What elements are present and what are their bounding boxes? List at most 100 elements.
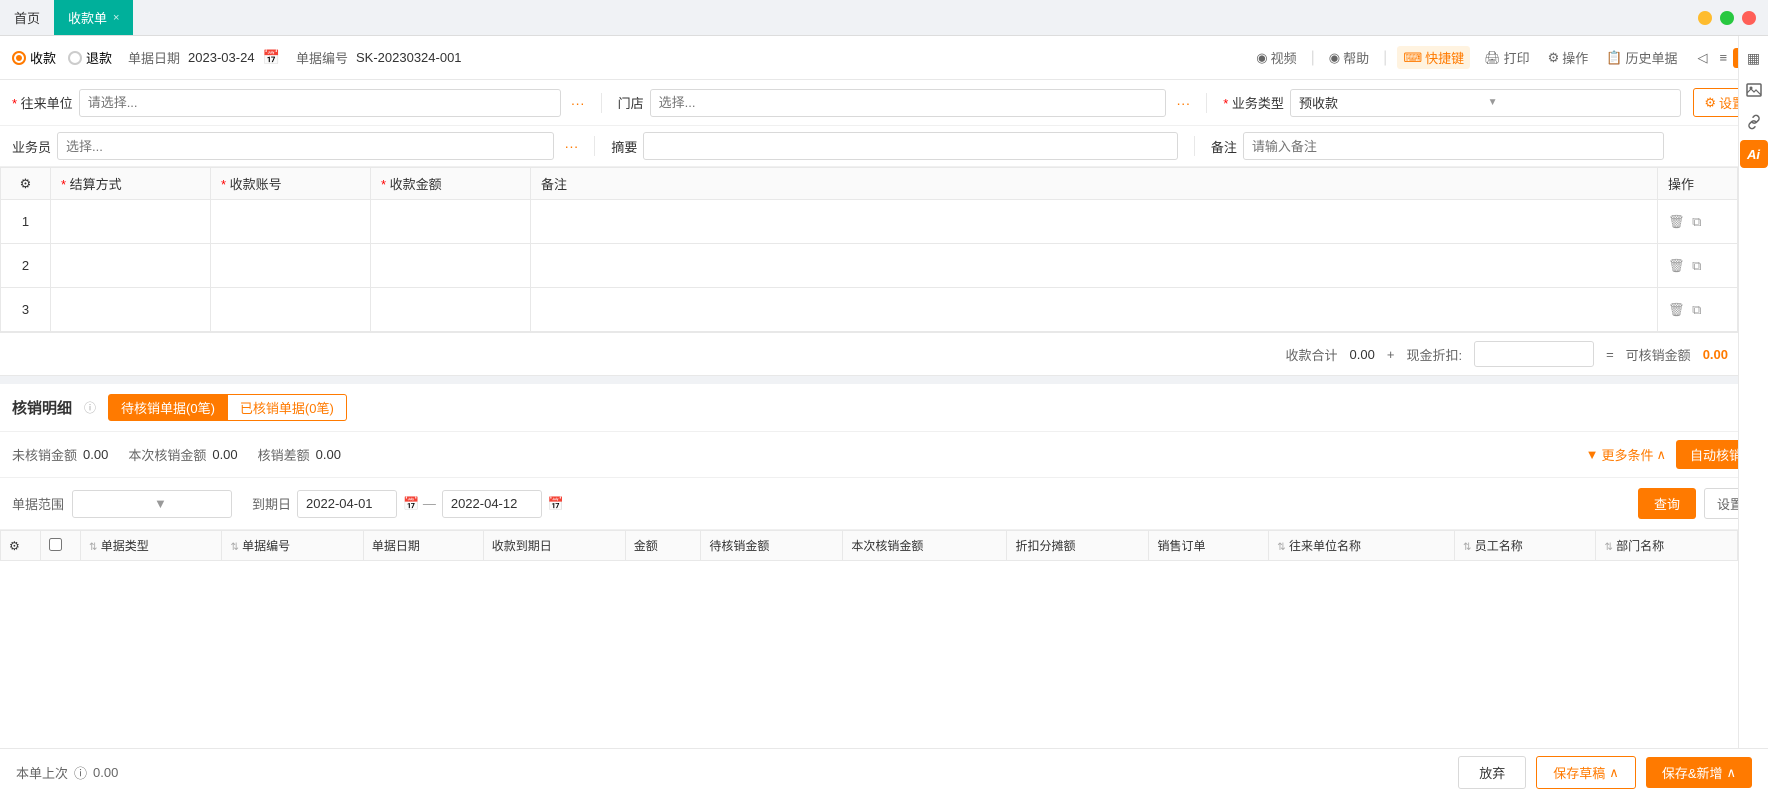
print-icon: 🖨 [1484,50,1501,66]
sidebar-ai-icon[interactable]: Ai [1740,140,1768,168]
date-to-calendar-icon[interactable]: 📅 [548,496,564,512]
store-input[interactable] [650,89,1167,117]
doc-date-label: 单据日期 [128,48,180,67]
row-settlement-2[interactable] [51,244,211,288]
history-icon: 📋 [1606,50,1622,66]
radio-refund[interactable]: 退款 [68,48,112,67]
tab-done[interactable]: 已核销单据(0笔) [228,394,347,421]
discount-input[interactable] [1474,341,1594,367]
video-button[interactable]: ◉ 视频 [1252,46,1300,69]
tab-home-label: 首页 [14,8,40,27]
row-account-1[interactable] [211,200,371,244]
row-amount-2[interactable] [371,244,531,288]
save-new-button[interactable]: 保存&新增 ∧ [1646,757,1752,788]
range-select[interactable]: ▼ [72,490,232,518]
discard-button[interactable]: 放弃 [1458,756,1526,789]
divider-1 [601,93,602,113]
date-separator: 📅 — [403,496,436,512]
doc-date-group: 单据日期 2023-03-24 📅 [128,48,280,67]
row-delete-icon-3[interactable]: 🗑 [1666,300,1687,319]
row-account-3[interactable] [211,288,371,332]
bottom-col-settings[interactable]: ⚙ [1,531,41,561]
tab-home[interactable]: 首页 [0,0,54,35]
row-ops-1: 🗑 ⧉ [1658,200,1738,244]
row-num-2: 2 [1,244,51,288]
print-button[interactable]: 🖨 打印 [1480,46,1534,69]
remark-input[interactable] [1243,132,1664,160]
save-draft-button[interactable]: 保存草稿 ∧ [1536,756,1636,789]
row-account-2[interactable] [211,244,371,288]
print-label: 打印 [1504,48,1530,67]
view-list-icon[interactable]: ≡ [1714,48,1734,67]
row-amount-1[interactable] [371,200,531,244]
tab-close-icon[interactable]: × [113,12,119,24]
tab-pending[interactable]: 待核销单据(0笔) [108,394,228,421]
shortcut-button[interactable]: ⌨ 快捷键 [1397,46,1470,69]
counterparty-more-icon[interactable]: ··· [571,95,585,111]
shortcut-icon: ⌨ [1403,50,1422,66]
store-label: 门店 [618,93,644,112]
history-button[interactable]: 📋 历史单据 [1602,46,1681,69]
counterparty-input[interactable] [79,89,561,117]
toolbar: 收款 退款 单据日期 2023-03-24 📅 单据编号 SK-20230324… [0,36,1768,80]
row-copy-icon-1[interactable]: ⧉ [1690,212,1703,231]
receipt-table: ⚙ 结算方式 收款账号 收款金额 备注 操作 1 [0,167,1738,332]
sidebar-table-icon[interactable]: ▦ [1740,44,1768,72]
range-label: 单据范围 [12,494,64,513]
due-label: 到期日 [252,494,291,513]
biz-type-value: 预收款 [1299,93,1484,112]
query-button[interactable]: 查询 [1638,488,1696,519]
total-value: 0.00 [1350,347,1375,362]
select-all-checkbox[interactable] [49,538,62,551]
row-copy-icon-2[interactable]: ⧉ [1690,256,1703,275]
filter-row: 单据范围 ▼ 到期日 📅 — 📅 查询 设置 [0,478,1768,530]
bottom-col-checkbox[interactable] [41,531,81,561]
col-header-amount: 收款金额 [371,168,531,200]
window-close-button[interactable] [1742,11,1756,25]
row-remark-3[interactable] [531,288,1658,332]
staff-input[interactable] [57,132,554,160]
calendar-icon[interactable]: 📅 [263,49,280,66]
recon-info-icon[interactable]: ⓘ [84,399,96,416]
footer-info-icon: ⓘ [74,763,87,782]
date-from-input[interactable] [297,490,397,518]
stat-current: 本次核销金额 0.00 [128,445,237,464]
footer: 本单上次 ⓘ 0.00 放弃 保存草稿 ∧ 保存&新增 ∧ [0,748,1768,796]
row-settlement-3[interactable] [51,288,211,332]
footer-info: 本单上次 ⓘ 0.00 [16,763,118,782]
more-filter-button[interactable]: ▼ 更多条件 ∧ [1586,445,1666,464]
col-header-settings[interactable]: ⚙ [1,168,51,200]
window-controls [1698,11,1768,25]
biz-type-group: 业务类型 预收款 ▼ [1223,89,1681,117]
date-to-input[interactable] [442,490,542,518]
col-header-settlement: 结算方式 [51,168,211,200]
view-list-button[interactable]: ◁ [1692,48,1714,68]
tab-receipt[interactable]: 收款单 × [54,0,133,35]
store-more-icon[interactable]: ··· [1176,95,1190,111]
remark-label: 备注 [1211,137,1237,156]
help-button[interactable]: ◉ 帮助 [1325,46,1373,69]
footer-info-label: 本单上次 [16,763,68,782]
window-max-button[interactable] [1720,11,1734,25]
table-container: ⚙ 结算方式 收款账号 收款金额 备注 操作 1 [0,167,1768,332]
radio-receipt[interactable]: 收款 [12,48,56,67]
chevron-up-icon: ∧ [1656,447,1666,463]
row-delete-icon-2[interactable]: 🗑 [1666,256,1687,275]
row-settlement-1[interactable] [51,200,211,244]
sidebar-image-icon[interactable] [1740,76,1768,104]
bottom-col-due-date: 收款到期日 [483,531,625,561]
row-amount-3[interactable] [371,288,531,332]
col-header-remark: 备注 [531,168,1658,200]
recon-tabs: 待核销单据(0笔) 已核销单据(0笔) [108,394,347,421]
staff-more-icon[interactable]: ··· [564,138,578,154]
row-copy-icon-3[interactable]: ⧉ [1690,300,1703,319]
ops-button[interactable]: ⚙ 操作 [1544,46,1593,69]
settings-gear-icon: ⚙ [1704,95,1716,111]
sidebar-link-icon[interactable] [1740,108,1768,136]
summary-input[interactable] [643,132,1177,160]
biz-type-select[interactable]: 预收款 ▼ [1290,89,1681,117]
row-remark-2[interactable] [531,244,1658,288]
window-min-button[interactable] [1698,11,1712,25]
row-delete-icon-1[interactable]: 🗑 [1666,212,1687,231]
row-remark-1[interactable] [531,200,1658,244]
